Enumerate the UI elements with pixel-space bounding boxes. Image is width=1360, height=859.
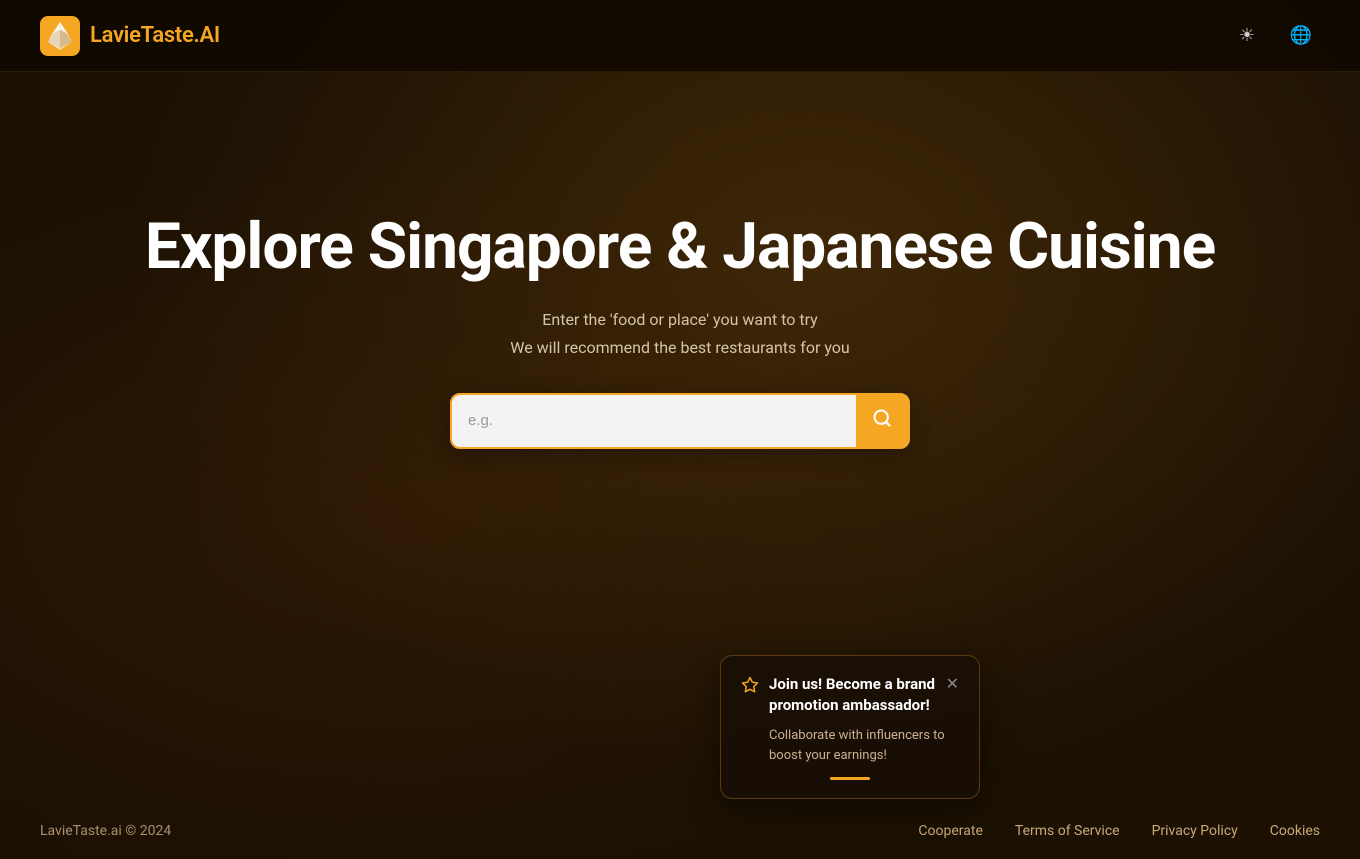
subtitle-line2: We will recommend the best restaurants f…: [510, 334, 850, 361]
popup-title: Join us! Become a brand promotion ambass…: [769, 674, 938, 716]
language-button[interactable]: 🌐: [1282, 17, 1320, 55]
search-button[interactable]: [856, 395, 908, 447]
search-icon: [872, 408, 892, 433]
popup-body: Collaborate with influencers to boost yo…: [741, 726, 959, 765]
logo-icon: [40, 16, 80, 56]
footer-link-cooperate[interactable]: Cooperate: [918, 823, 982, 839]
popup-scroll-indicator: [830, 777, 870, 780]
navbar: LavieTaste.AI ☀ 🌐: [0, 0, 1360, 72]
subtitle-line1: Enter the 'food or place' you want to tr…: [510, 306, 850, 333]
popup-title-row: Join us! Become a brand promotion ambass…: [741, 674, 938, 716]
footer-link-cookies[interactable]: Cookies: [1270, 823, 1320, 839]
globe-icon: 🌐: [1290, 25, 1312, 46]
footer: LavieTaste.ai © 2024 Cooperate Terms of …: [0, 803, 1360, 859]
brand-name: LavieTaste.AI: [90, 23, 220, 48]
navbar-actions: ☀ 🌐: [1228, 17, 1320, 55]
theme-toggle-button[interactable]: ☀: [1228, 17, 1266, 55]
popup-header: Join us! Become a brand promotion ambass…: [741, 674, 959, 716]
popup-close-button[interactable]: ✕: [938, 674, 959, 694]
popup-card: Join us! Become a brand promotion ambass…: [720, 655, 980, 799]
footer-link-terms[interactable]: Terms of Service: [1015, 823, 1120, 839]
hero-subtitle: Enter the 'food or place' you want to tr…: [510, 306, 850, 360]
footer-link-privacy[interactable]: Privacy Policy: [1152, 823, 1238, 839]
main-content: Explore Singapore & Japanese Cuisine Ent…: [0, 72, 1360, 449]
search-input[interactable]: [452, 398, 856, 443]
star-icon: [741, 676, 759, 699]
sun-icon: ☀: [1239, 25, 1255, 46]
brand-logo[interactable]: LavieTaste.AI: [40, 16, 220, 56]
search-container: [450, 393, 910, 449]
footer-copyright: LavieTaste.ai © 2024: [40, 823, 171, 839]
hero-title: Explore Singapore & Japanese Cuisine: [145, 212, 1215, 282]
footer-links: Cooperate Terms of Service Privacy Polic…: [918, 823, 1320, 839]
